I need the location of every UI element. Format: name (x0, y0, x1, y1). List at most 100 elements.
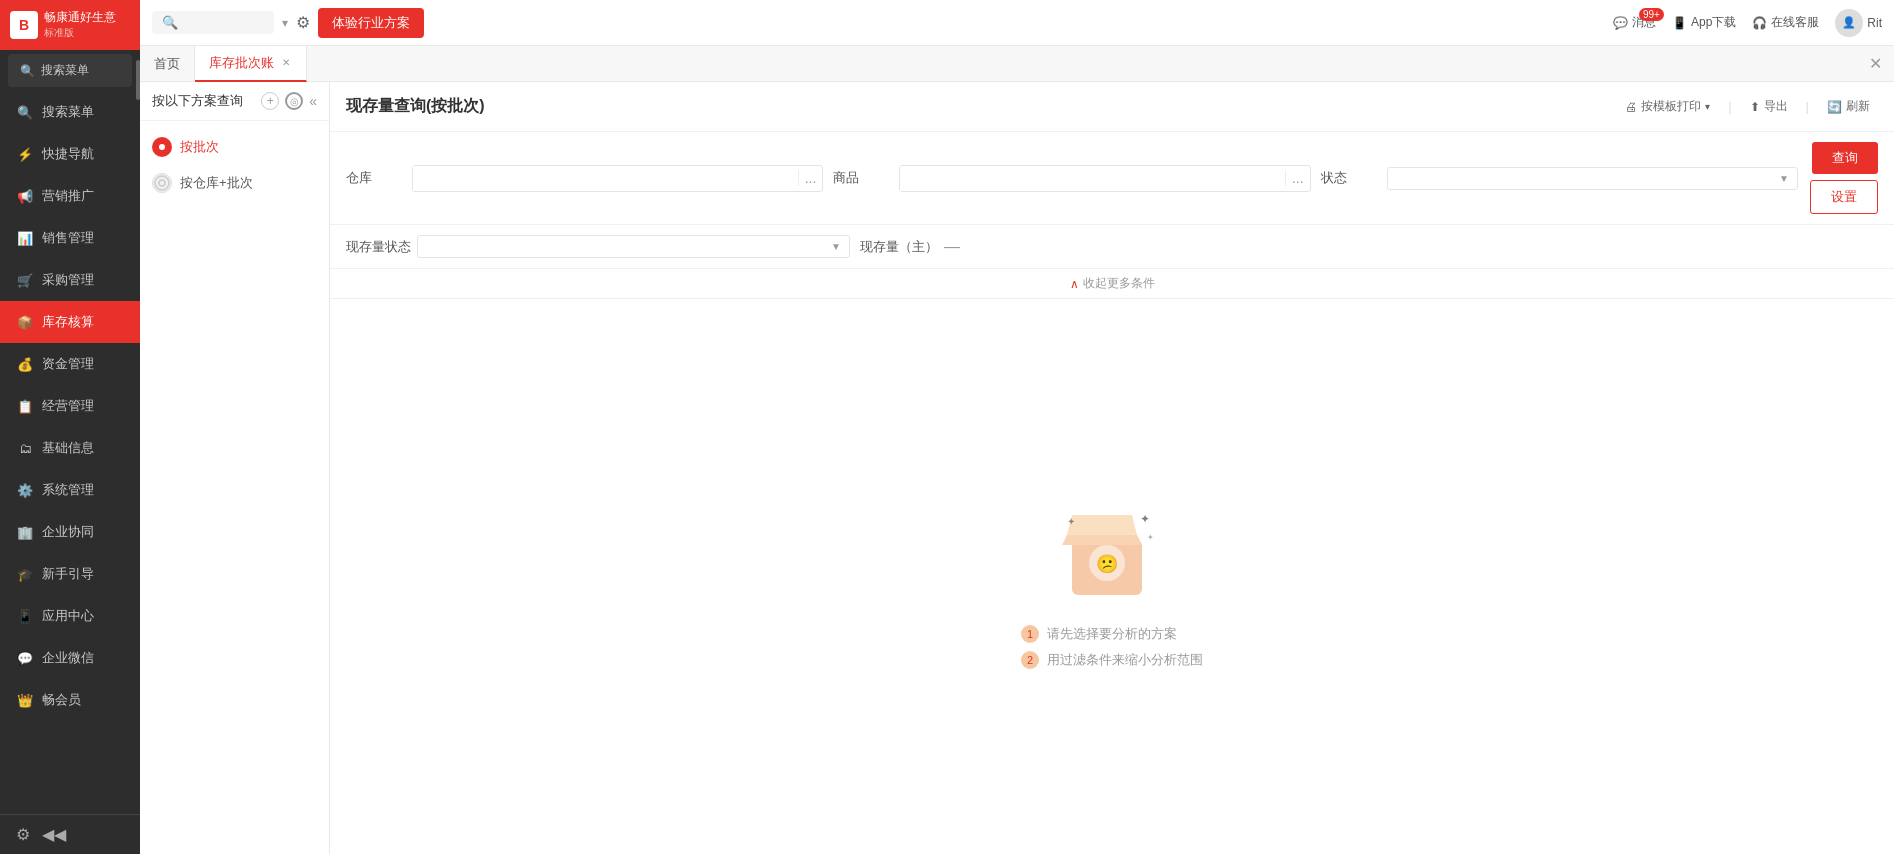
scheme-list: 按批次 按仓库+批次 (140, 121, 329, 854)
sidebar-item-finance[interactable]: 💰 资金管理 (0, 343, 140, 385)
sidebar-item-purchase[interactable]: 🛒 采购管理 (0, 259, 140, 301)
close-all-button[interactable]: ✕ (1857, 54, 1894, 73)
svg-text:✦: ✦ (1147, 533, 1154, 542)
warehouse-filter-label: 仓库 (346, 169, 406, 187)
print-button[interactable]: 🖨 按模板打印 ▾ (1617, 94, 1718, 119)
warehouse-dots-icon[interactable]: ... (798, 170, 823, 186)
sidebar-item-label-enterprise: 企业协同 (42, 523, 94, 541)
sidebar-item-enterprise[interactable]: 🏢 企业协同 (0, 511, 140, 553)
sidebar-item-system[interactable]: ⚙️ 系统管理 (0, 469, 140, 511)
query-button[interactable]: 查询 (1812, 142, 1878, 174)
sidebar-item-label-search: 搜索菜单 (42, 103, 94, 121)
app-name: 畅康通好生意 (44, 10, 116, 26)
sidebar-footer: ⚙ ◀◀ (0, 814, 140, 854)
export-button[interactable]: ⬆ 导出 (1742, 94, 1796, 119)
search-icon: 🔍 (20, 64, 35, 78)
settings-icon[interactable]: ⚙ (16, 825, 30, 844)
sidebar-nav: 🔍 搜索菜单 ⚡ 快捷导航 📢 营销推广 📊 销售管理 🛒 采购管理 📦 库存核… (0, 91, 140, 814)
status-dropdown-icon[interactable]: ▼ (1779, 173, 1789, 184)
topbar-search-icon: 🔍 (162, 15, 178, 30)
tab-inventory-batch[interactable]: 库存批次账 ✕ (195, 46, 307, 82)
username-label: Rit (1867, 16, 1882, 30)
empty-tips: 1 请先选择要分析的方案 2 用过滤条件来缩小分析范围 (1021, 625, 1203, 669)
stock-status-label: 现存量状态 (346, 238, 411, 256)
member-icon: 👑 (16, 691, 34, 709)
app-logo: B (10, 11, 38, 39)
sidebar-header: B 畅康通好生意 标准版 (0, 0, 140, 50)
messages-badge: 99+ (1639, 8, 1664, 21)
user-avatar: 👤 (1835, 9, 1863, 37)
refresh-button[interactable]: 🔄 刷新 (1819, 94, 1878, 119)
scheme-header-label: 按以下方案查询 (152, 92, 243, 110)
separator2: | (1806, 99, 1809, 114)
collapse-bar[interactable]: ∧ 收起更多条件 (330, 269, 1894, 299)
trial-button[interactable]: 体验行业方案 (318, 8, 424, 38)
filter-product: 商品 ... (833, 165, 1310, 192)
sidebar-item-label-marketing: 营销推广 (42, 187, 94, 205)
tip-2-num: 2 (1021, 651, 1039, 669)
app-download-icon: 📱 (1672, 16, 1687, 30)
sidebar-item-operations[interactable]: 📋 经营管理 (0, 385, 140, 427)
app-info: 畅康通好生意 标准版 (44, 10, 116, 40)
empty-tip-2: 2 用过滤条件来缩小分析范围 (1021, 651, 1203, 669)
topbar-search-input[interactable] (184, 16, 264, 30)
sidebar-scrollbar[interactable] (136, 60, 140, 100)
sidebar-item-label-guide: 新手引导 (42, 565, 94, 583)
sidebar-item-basics[interactable]: 🗂 基础信息 (0, 427, 140, 469)
warehouse-input[interactable] (413, 166, 798, 191)
sidebar-item-member[interactable]: 👑 畅会员 (0, 679, 140, 721)
scheme-item-batch[interactable]: 按批次 (140, 129, 329, 165)
sidebar-item-quicknav[interactable]: ⚡ 快捷导航 (0, 133, 140, 175)
content-area: 现存量查询(按批次) 🖨 按模板打印 ▾ | ⬆ 导出 | 🔄 刷新 (330, 82, 1894, 854)
settings-button[interactable]: 设置 (1810, 180, 1878, 214)
collapse-label: 收起更多条件 (1083, 275, 1155, 292)
product-input[interactable] (900, 166, 1285, 191)
topbar-gear-icon[interactable]: ⚙ (296, 13, 310, 32)
main-content: 按以下方案查询 + ◎ « 按批次 按仓库+批次 现存量查询(按批次) 🖨 按模… (140, 82, 1894, 854)
online-service-button[interactable]: 🎧 在线客服 (1752, 14, 1819, 31)
page-header: 现存量查询(按批次) 🖨 按模板打印 ▾ | ⬆ 导出 | 🔄 刷新 (330, 82, 1894, 132)
quicknav-icon: ⚡ (16, 145, 34, 163)
sidebar-item-apps[interactable]: 📱 应用中心 (0, 595, 140, 637)
filters-wrapper: 仓库 ... 商品 ... (330, 132, 1894, 299)
tab-home[interactable]: 首页 (140, 46, 195, 82)
topbar-dropdown-icon[interactable]: ▾ (282, 16, 288, 30)
tab-label-home: 首页 (154, 55, 180, 73)
collapse-sidebar-icon[interactable]: ◀◀ (42, 825, 66, 844)
svg-point-1 (159, 144, 165, 150)
topbar-left: 🔍 ▾ ⚙ 体验行业方案 (152, 8, 1605, 38)
print-dropdown-icon[interactable]: ▾ (1705, 101, 1710, 112)
sidebar-item-inventory[interactable]: 📦 库存核算 (0, 301, 140, 343)
wechat-icon: 💬 (16, 649, 34, 667)
headset-icon: 🎧 (1752, 16, 1767, 30)
stock-status-arrow[interactable]: ▼ (831, 241, 841, 252)
user-menu[interactable]: 👤 Rit (1835, 9, 1882, 37)
scheme-settings-icon[interactable]: ◎ (285, 92, 303, 110)
sidebar-item-search[interactable]: 🔍 搜索菜单 (0, 91, 140, 133)
messages-button[interactable]: 💬 消息 99+ (1613, 14, 1656, 31)
product-dots-icon[interactable]: ... (1285, 170, 1310, 186)
sidebar-item-label-operations: 经营管理 (42, 397, 94, 415)
sidebar-item-sales[interactable]: 📊 销售管理 (0, 217, 140, 259)
sidebar-search[interactable]: 🔍 搜索菜单 (8, 54, 132, 87)
tab-label-inventory-batch: 库存批次账 (209, 54, 274, 72)
page-title: 现存量查询(按批次) (346, 96, 485, 117)
svg-text:✦: ✦ (1067, 516, 1075, 527)
topbar-search-bar[interactable]: 🔍 (152, 11, 274, 34)
app-download-button[interactable]: 📱 App下载 (1672, 14, 1736, 31)
empty-illustration: 😕 ✦ ✦ ✦ (1052, 485, 1172, 605)
sidebar-item-wechat[interactable]: 💬 企业微信 (0, 637, 140, 679)
tip-1-num: 1 (1021, 625, 1039, 643)
scheme-collapse-icon[interactable]: « (309, 93, 317, 109)
filter-stock-status: 现存量状态 ▼ (346, 235, 850, 258)
stock-qty-label: 现存量（主） (860, 238, 938, 256)
marketing-icon: 📢 (16, 187, 34, 205)
scheme-item-warehouse-batch[interactable]: 按仓库+批次 (140, 165, 329, 201)
sidebar-item-marketing[interactable]: 📢 营销推广 (0, 175, 140, 217)
add-scheme-icon[interactable]: + (261, 92, 279, 110)
tab-close-inventory-batch[interactable]: ✕ (280, 55, 292, 70)
purchase-icon: 🛒 (16, 271, 34, 289)
sidebar-item-guide[interactable]: 🎓 新手引导 (0, 553, 140, 595)
svg-marker-5 (1062, 535, 1142, 545)
right-actions: 查询 设置 (1810, 142, 1878, 214)
